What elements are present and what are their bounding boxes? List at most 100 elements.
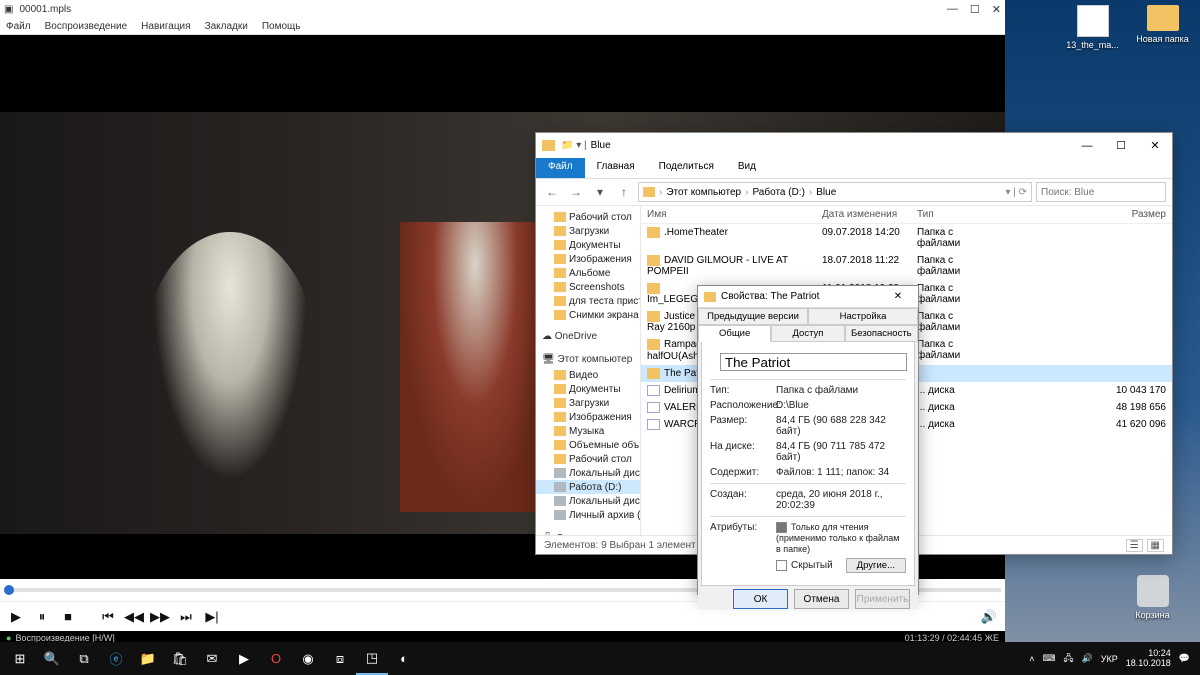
prev-button[interactable]: ⏮	[98, 607, 118, 627]
checkbox-hidden[interactable]: Скрытый	[776, 560, 833, 571]
address-input[interactable]: › Этот компьютер › Работа (D:) › Blue ▾ …	[638, 182, 1032, 202]
taskbar-chrome[interactable]: ◉	[292, 642, 324, 675]
close-button[interactable]: ✕	[1138, 133, 1172, 158]
tray-network-icon[interactable]: 🖧	[1064, 651, 1074, 667]
col-date[interactable]: Дата изменения	[816, 206, 911, 223]
forward-button[interactable]: ▶▶	[150, 607, 170, 627]
breadcrumb-item[interactable]: Этот компьютер	[666, 187, 741, 198]
stop-button[interactable]: ■	[58, 607, 78, 627]
taskbar-app[interactable]: ▶	[228, 642, 260, 675]
nav-item[interactable]: Изображения	[536, 252, 640, 266]
nav-onedrive[interactable]: ☁ OneDrive	[536, 328, 640, 345]
tray-clock[interactable]: 10:24 18.10.2018	[1126, 649, 1171, 669]
nav-item[interactable]: Документы	[536, 238, 640, 252]
nav-item[interactable]: Музыка	[536, 424, 640, 438]
breadcrumb-item[interactable]: Blue	[816, 187, 836, 198]
nav-network[interactable]: 🖧 Сеть	[536, 528, 640, 535]
tray-language[interactable]: УКР	[1101, 654, 1118, 664]
ribbon-tab-view[interactable]: Вид	[726, 158, 768, 178]
nav-history-button[interactable]: ▾	[590, 185, 610, 199]
pause-button[interactable]: ⏸	[32, 607, 52, 627]
nav-up-button[interactable]: ↑	[614, 185, 634, 199]
apply-button[interactable]: Применить	[855, 589, 910, 609]
tab-sharing[interactable]: Доступ	[771, 325, 844, 342]
nav-item[interactable]: Документы	[536, 382, 640, 396]
nav-forward-button[interactable]: →	[566, 185, 586, 199]
ribbon-tab-file[interactable]: Файл	[536, 158, 585, 178]
tab-security[interactable]: Безопасность	[845, 325, 918, 342]
close-button[interactable]: ✕	[992, 3, 1001, 16]
recycle-bin[interactable]: Корзина	[1125, 575, 1180, 620]
taskbar-player[interactable]: ◳	[356, 642, 388, 675]
taskbar-app[interactable]: ⧈	[324, 642, 356, 675]
taskbar-app[interactable]: ◐	[388, 642, 420, 675]
volume-icon[interactable]: 🔊	[979, 607, 999, 627]
player-titlebar[interactable]: ▣ 00001.mpls — ☐ ✕	[0, 0, 1005, 18]
start-button[interactable]: ⊞	[4, 642, 36, 675]
nav-item[interactable]: Работа (D:)	[536, 480, 640, 494]
nav-item[interactable]: Рабочий стол	[536, 210, 640, 224]
tab-general[interactable]: Общие	[698, 325, 771, 342]
tray-icon[interactable]: ⌨	[1043, 653, 1056, 664]
nav-item[interactable]: Объемные объ...	[536, 438, 640, 452]
nav-item[interactable]: Рабочий стол	[536, 452, 640, 466]
nav-item[interactable]: Локальный диск...	[536, 494, 640, 508]
desktop-icon-file[interactable]: 13_the_ma...	[1065, 5, 1120, 50]
menu-bookmarks[interactable]: Закладки	[205, 21, 248, 32]
props-titlebar[interactable]: Свойства: The Patriot ✕	[698, 286, 918, 308]
breadcrumb-item[interactable]: Работа (D:)	[752, 187, 804, 198]
nav-item[interactable]: Альбоме	[536, 266, 640, 280]
rewind-button[interactable]: ◀◀	[124, 607, 144, 627]
menu-playback[interactable]: Воспроизведение	[45, 21, 128, 32]
checkbox-readonly[interactable]: Только для чтения (применимо только к фа…	[776, 522, 906, 555]
col-name[interactable]: Имя	[641, 206, 816, 223]
play-button[interactable]: ▶	[6, 607, 26, 627]
seek-thumb[interactable]	[4, 585, 14, 595]
ribbon-tab-home[interactable]: Главная	[585, 158, 647, 178]
explorer-titlebar[interactable]: 📁 ▾ | Blue — ☐ ✕	[536, 133, 1172, 158]
tab-prev-versions[interactable]: Предыдущие версии	[698, 308, 808, 325]
nav-item[interactable]: Загрузки	[536, 396, 640, 410]
other-attributes-button[interactable]: Другие...	[846, 558, 906, 573]
nav-item[interactable]: Изображения	[536, 410, 640, 424]
nav-back-button[interactable]: ←	[542, 185, 562, 199]
minimize-button[interactable]: —	[1070, 133, 1104, 158]
tab-customize[interactable]: Настройка	[808, 308, 918, 325]
maximize-button[interactable]: ☐	[1104, 133, 1138, 158]
nav-this-pc[interactable]: 🖥 Этот компьютер	[536, 351, 640, 368]
taskbar-mail[interactable]: ✉	[196, 642, 228, 675]
close-button[interactable]: ✕	[884, 286, 912, 308]
search-button[interactable]: 🔍	[36, 642, 68, 675]
nav-item[interactable]: Видео	[536, 368, 640, 382]
nav-item[interactable]: Снимки экрана	[536, 308, 640, 322]
view-details-button[interactable]: ☰	[1126, 539, 1143, 552]
folder-name-input[interactable]	[720, 353, 907, 371]
desktop-icon-folder[interactable]: Новая папка	[1135, 5, 1190, 50]
next-button[interactable]: ⏭	[176, 607, 196, 627]
cancel-button[interactable]: Отмена	[794, 589, 849, 609]
file-row[interactable]: .HomeTheater09.07.2018 14:20Папка с файл…	[641, 224, 1172, 252]
nav-item[interactable]: Screenshots	[536, 280, 640, 294]
step-button[interactable]: ▶|	[202, 607, 222, 627]
col-size[interactable]: Размер	[1001, 206, 1172, 223]
taskbar-store[interactable]: 🛍	[164, 642, 196, 675]
taskbar-opera[interactable]: O	[260, 642, 292, 675]
ok-button[interactable]: ОК	[733, 589, 788, 609]
nav-item[interactable]: Личный архив (...)	[536, 508, 640, 522]
minimize-button[interactable]: —	[947, 3, 958, 16]
tray-chevron-icon[interactable]: ˄	[1029, 654, 1034, 664]
col-type[interactable]: Тип	[911, 206, 1001, 223]
tray-notifications-icon[interactable]: 💬	[1179, 653, 1190, 664]
taskview-button[interactable]: ⧉	[68, 642, 100, 675]
taskbar-explorer[interactable]: 📁	[132, 642, 164, 675]
search-input[interactable]	[1036, 182, 1166, 202]
view-icons-button[interactable]: ▦	[1147, 539, 1164, 552]
taskbar-app[interactable]: ⓔ	[100, 642, 132, 675]
nav-item[interactable]: Локальный диск...	[536, 466, 640, 480]
maximize-button[interactable]: ☐	[970, 3, 980, 16]
nav-item[interactable]: для теста прист...	[536, 294, 640, 308]
nav-item[interactable]: Загрузки	[536, 224, 640, 238]
menu-navigation[interactable]: Навигация	[141, 21, 190, 32]
menu-file[interactable]: Файл	[6, 21, 31, 32]
tray-volume-icon[interactable]: 🔊	[1082, 653, 1093, 664]
